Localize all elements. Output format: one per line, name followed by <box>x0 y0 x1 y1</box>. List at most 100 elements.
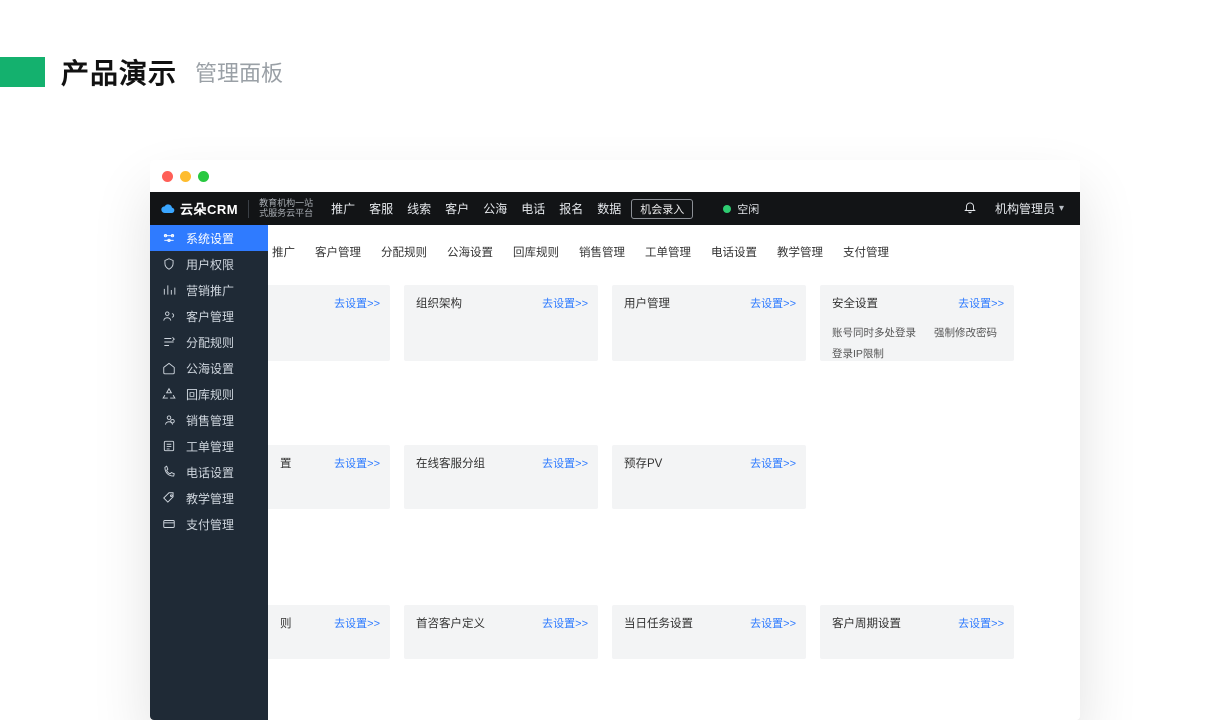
go-settings-link[interactable]: 去设置>> <box>542 455 588 471</box>
card-sub-item[interactable]: 强制修改密码 <box>934 325 997 340</box>
main-content: 推广 客户管理 分配规则 公海设置 回库规则 销售管理 工单管理 电话设置 教学… <box>268 225 1080 720</box>
card-title: 置 <box>280 458 292 470</box>
settings-card-user-management: 用户管理 去设置>> <box>612 285 806 361</box>
sidebar-item-allocation-rules[interactable]: 分配规则 <box>150 329 268 355</box>
tab-item[interactable]: 推广 <box>268 239 305 265</box>
card-title: 在线客服分组 <box>416 458 485 470</box>
sidebar-item-marketing[interactable]: 营销推广 <box>150 277 268 303</box>
minimize-icon[interactable] <box>180 171 191 182</box>
settings-icon <box>162 231 176 245</box>
topnav-item[interactable]: 推广 <box>331 200 355 217</box>
window-controls <box>150 160 1080 192</box>
card-title: 用户管理 <box>624 298 670 310</box>
card-grid: 去设置>> 组织架构 去设置>> 用户管理 去设置>> 安全设置 去设置>> <box>268 265 1080 659</box>
settings-card-online-service-group: 在线客服分组 去设置>> <box>404 445 598 509</box>
card-sub-item[interactable]: 登录IP限制 <box>832 346 884 361</box>
topnav-item[interactable]: 线索 <box>407 200 431 217</box>
settings-card-daily-task: 当日任务设置 去设置>> <box>612 605 806 659</box>
tab-item[interactable]: 销售管理 <box>569 239 635 265</box>
user-role-dropdown[interactable]: 机构管理员 ▾ <box>995 200 1064 217</box>
card-title: 客户周期设置 <box>832 618 901 630</box>
logo[interactable]: 云朵CRM 教育机构一站 式服务云平台 <box>160 199 313 219</box>
go-settings-link[interactable]: 去设置>> <box>750 455 796 471</box>
sidebar-item-ticket-management[interactable]: 工单管理 <box>150 433 268 459</box>
settings-card-org-structure: 组织架构 去设置>> <box>404 285 598 361</box>
sidebar-item-label: 教学管理 <box>186 490 234 507</box>
card-title: 当日任务设置 <box>624 618 693 630</box>
go-settings-link[interactable]: 去设置>> <box>750 615 796 631</box>
sidebar-item-label: 公海设置 <box>186 360 234 377</box>
settings-card: 则 去设置>> <box>268 605 390 659</box>
tab-item[interactable]: 工单管理 <box>635 239 701 265</box>
tab-item[interactable]: 电话设置 <box>701 239 767 265</box>
sidebar-item-phone-settings[interactable]: 电话设置 <box>150 459 268 485</box>
go-settings-link[interactable]: 去设置>> <box>542 615 588 631</box>
rule-icon <box>162 335 176 349</box>
divider <box>248 200 249 218</box>
topnav-item[interactable]: 报名 <box>559 200 583 217</box>
tab-item[interactable]: 公海设置 <box>437 239 503 265</box>
sidebar-item-label: 客户管理 <box>186 308 234 325</box>
users-icon <box>162 309 176 323</box>
sidebar-item-return-rules[interactable]: 回库规则 <box>150 381 268 407</box>
card-sub-item[interactable]: 账号同时多处登录 <box>832 325 916 340</box>
cloud-icon <box>160 201 176 217</box>
shield-icon <box>162 257 176 271</box>
sidebar-item-label: 用户权限 <box>186 256 234 273</box>
tab-item[interactable]: 回库规则 <box>503 239 569 265</box>
card-title: 则 <box>280 618 292 630</box>
sidebar-item-customer-management[interactable]: 客户管理 <box>150 303 268 329</box>
tag-icon <box>162 491 176 505</box>
ticket-icon <box>162 439 176 453</box>
top-nav: 推广 客服 线索 客户 公海 电话 报名 数据 <box>331 200 621 217</box>
sidebar-item-payment-management[interactable]: 支付管理 <box>150 511 268 537</box>
card-row: 去设置>> 组织架构 去设置>> 用户管理 去设置>> 安全设置 去设置>> <box>268 265 1080 361</box>
chart-icon <box>162 283 176 297</box>
maximize-icon[interactable] <box>198 171 209 182</box>
settings-card: 置 去设置>> <box>268 445 390 509</box>
card-title: 组织架构 <box>416 298 462 310</box>
bell-icon[interactable] <box>963 200 977 217</box>
go-settings-link[interactable]: 去设置>> <box>958 615 1004 631</box>
sidebar-item-user-permissions[interactable]: 用户权限 <box>150 251 268 277</box>
sidebar-item-public-sea[interactable]: 公海设置 <box>150 355 268 381</box>
sidebar-item-teaching-management[interactable]: 教学管理 <box>150 485 268 511</box>
logo-text: 云朵CRM <box>180 199 238 218</box>
card-row: 则 去设置>> 首咨客户定义 去设置>> 当日任务设置 去设置>> 客户周期设置… <box>268 585 1080 659</box>
go-settings-link[interactable]: 去设置>> <box>958 295 1004 311</box>
status-indicator[interactable]: 空闲 <box>723 201 759 217</box>
tab-item[interactable]: 支付管理 <box>833 239 899 265</box>
sidebar-item-label: 电话设置 <box>186 464 234 481</box>
go-settings-link[interactable]: 去设置>> <box>542 295 588 311</box>
topnav-item[interactable]: 客服 <box>369 200 393 217</box>
topnav-item[interactable]: 公海 <box>483 200 507 217</box>
sidebar-item-label: 工单管理 <box>186 438 234 455</box>
tab-item[interactable]: 教学管理 <box>767 239 833 265</box>
tab-row: 推广 客户管理 分配规则 公海设置 回库规则 销售管理 工单管理 电话设置 教学… <box>268 225 1080 265</box>
accent-bar <box>0 57 45 87</box>
card-icon <box>162 517 176 531</box>
topnav-item[interactable]: 客户 <box>445 200 469 217</box>
tab-item[interactable]: 客户管理 <box>305 239 371 265</box>
sidebar-item-label: 系统设置 <box>186 230 234 247</box>
sidebar-item-sales-management[interactable]: 销售管理 <box>150 407 268 433</box>
sidebar: 系统设置 用户权限 营销推广 客户管理 分配规则 公海设置 <box>150 225 268 720</box>
topnav-item[interactable]: 电话 <box>521 200 545 217</box>
page-subtitle: 管理面板 <box>195 56 283 88</box>
page-heading: 产品演示 管理面板 <box>0 52 283 92</box>
sidebar-item-system-settings[interactable]: 系统设置 <box>150 225 268 251</box>
go-settings-link[interactable]: 去设置>> <box>334 455 380 471</box>
topnav-item[interactable]: 数据 <box>597 200 621 217</box>
close-icon[interactable] <box>162 171 173 182</box>
go-settings-link[interactable]: 去设置>> <box>750 295 796 311</box>
go-settings-link[interactable]: 去设置>> <box>334 615 380 631</box>
sidebar-item-label: 分配规则 <box>186 334 234 351</box>
sidebar-item-label: 营销推广 <box>186 282 234 299</box>
chevron-down-icon: ▾ <box>1059 203 1064 214</box>
card-title: 预存PV <box>624 458 662 470</box>
card-title: 首咨客户定义 <box>416 618 485 630</box>
tab-item[interactable]: 分配规则 <box>371 239 437 265</box>
go-settings-link[interactable]: 去设置>> <box>334 295 380 311</box>
user-role-label: 机构管理员 <box>995 200 1055 217</box>
record-button[interactable]: 机会录入 <box>631 199 693 219</box>
